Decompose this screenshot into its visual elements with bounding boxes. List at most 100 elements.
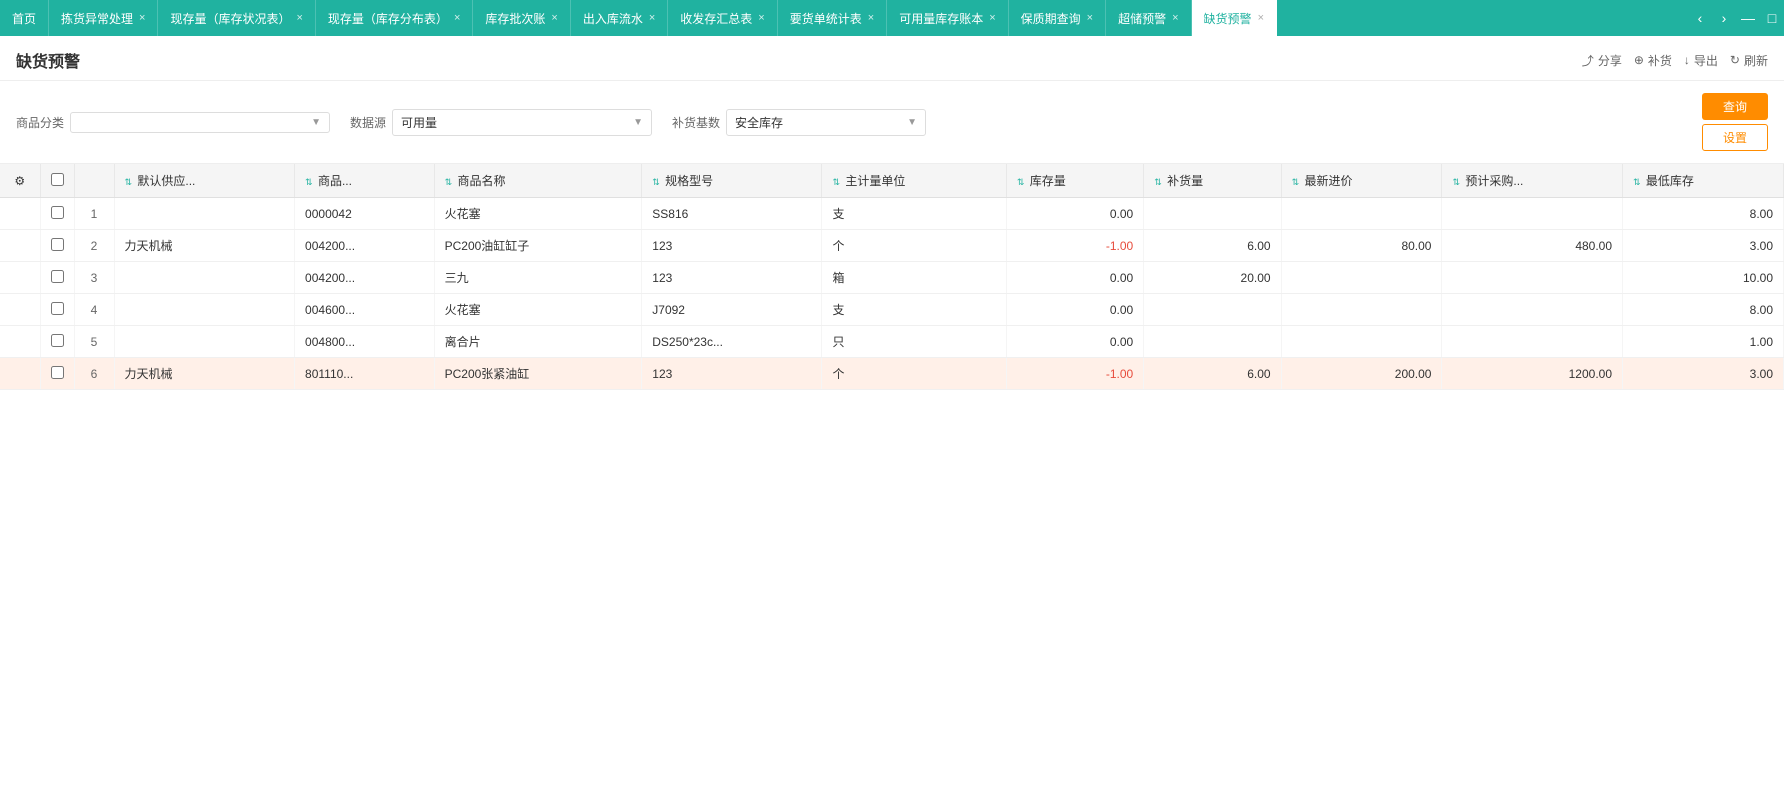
restock-icon: ⊕ — [1634, 53, 1644, 67]
tab-shortage-warn[interactable]: 缺货预警× — [1192, 0, 1277, 36]
col-gear[interactable]: ⚙ — [0, 164, 40, 198]
col-product-code[interactable]: ⇅ 商品... — [295, 164, 435, 198]
tab-close-icon[interactable]: × — [296, 12, 302, 24]
tab-close-icon[interactable]: × — [551, 12, 557, 24]
row-spec: J7092 — [642, 294, 822, 326]
col-est-purchase[interactable]: ⇅ 预计采购... — [1442, 164, 1623, 198]
col-default-supplier[interactable]: ⇅ 默认供应... — [114, 164, 295, 198]
tab-inout-flow[interactable]: 出入库流水× — [571, 0, 668, 36]
row-stock: 0.00 — [1006, 198, 1143, 230]
row-checkbox[interactable] — [51, 302, 64, 315]
tab-defect-anomaly[interactable]: 拣货异常处理× — [49, 0, 158, 36]
tab-label: 收发存汇总表 — [680, 10, 752, 27]
tab-prev-button[interactable]: ‹ — [1688, 0, 1712, 36]
table-row: 2 力天机械 004200... PC200油缸缸子 123 个 -1.00 6… — [0, 230, 1784, 262]
tab-home[interactable]: 首页 — [0, 0, 49, 36]
row-checkbox-cell[interactable] — [40, 262, 74, 294]
col-min-stock-label: 最低库存 — [1646, 174, 1694, 188]
col-unit[interactable]: ⇅ 主计量单位 — [822, 164, 1006, 198]
row-stock: -1.00 — [1006, 358, 1143, 390]
datasource-select[interactable]: 可用量 ▼ — [392, 109, 652, 136]
row-spec: 123 — [642, 358, 822, 390]
row-min-stock: 8.00 — [1623, 294, 1784, 326]
row-latest-price — [1281, 262, 1442, 294]
row-latest-price: 80.00 — [1281, 230, 1442, 262]
tab-available-ledger[interactable]: 可用量库存账本× — [887, 0, 1008, 36]
tab-demand-stat[interactable]: 要货单统计表× — [778, 0, 887, 36]
row-min-stock: 8.00 — [1623, 198, 1784, 230]
tab-label: 保质期查询 — [1021, 10, 1081, 27]
row-product-code: 004200... — [295, 230, 435, 262]
header-actions: ⤴ 分享 ⊕ 补货 ↓ 导出 ↻ 刷新 — [1582, 52, 1768, 69]
restock-button[interactable]: ⊕ 补货 — [1634, 52, 1672, 69]
row-latest-price — [1281, 294, 1442, 326]
row-gear-cell — [0, 230, 40, 262]
tab-receive-summary[interactable]: 收发存汇总表 × — [668, 0, 777, 36]
refresh-icon: ↻ — [1730, 53, 1740, 67]
select-all-checkbox[interactable] — [51, 173, 64, 186]
restock-base-select[interactable]: 安全库存 ▼ — [726, 109, 926, 136]
share-button[interactable]: ⤴ 分享 — [1582, 52, 1622, 69]
tab-overstock-warn[interactable]: 超储预警× — [1106, 0, 1191, 36]
sort-icon-9: ⇅ — [1452, 177, 1460, 187]
query-button[interactable]: 查询 — [1702, 93, 1768, 120]
row-unit: 支 — [822, 198, 1006, 230]
row-unit: 箱 — [822, 262, 1006, 294]
tab-inventory-batch[interactable]: 库存批次账× — [473, 0, 570, 36]
row-product-name: 火花塞 — [434, 198, 642, 230]
row-checkbox[interactable] — [51, 206, 64, 219]
col-spec[interactable]: ⇅ 规格型号 — [642, 164, 822, 198]
row-checkbox-cell[interactable] — [40, 326, 74, 358]
col-restock-qty[interactable]: ⇅ 补货量 — [1144, 164, 1281, 198]
tab-close-icon[interactable]: × — [649, 12, 655, 24]
row-restock-qty: 6.00 — [1144, 230, 1281, 262]
settings-button[interactable]: 设置 — [1702, 124, 1768, 151]
col-min-stock[interactable]: ⇅ 最低库存 — [1623, 164, 1784, 198]
tab-inventory-status[interactable]: 现存量（库存状况表）× — [158, 0, 315, 36]
tab-expiry-query[interactable]: 保质期查询 × — [1009, 0, 1106, 36]
row-stock: 0.00 — [1006, 262, 1143, 294]
tab-close-icon[interactable]: × — [1087, 12, 1093, 24]
col-stock[interactable]: ⇅ 库存量 — [1006, 164, 1143, 198]
row-checkbox-cell[interactable] — [40, 294, 74, 326]
tab-next-button[interactable]: › — [1712, 0, 1736, 36]
row-gear-cell — [0, 262, 40, 294]
row-checkbox-cell[interactable] — [40, 358, 74, 390]
table-row: 5 004800... 离合片 DS250*23c... 只 0.00 1.00 — [0, 326, 1784, 358]
minimize-button[interactable]: — — [1736, 0, 1760, 36]
tab-close-icon[interactable]: × — [454, 12, 460, 24]
tab-label: 首页 — [12, 10, 36, 27]
tab-close-icon[interactable]: × — [1258, 12, 1264, 24]
tab-close-icon[interactable]: × — [758, 12, 764, 24]
row-product-name: PC200油缸缸子 — [434, 230, 642, 262]
row-number: 5 — [74, 326, 114, 358]
col-product-name[interactable]: ⇅ 商品名称 — [434, 164, 642, 198]
col-checkbox[interactable] — [40, 164, 74, 198]
tab-close-icon[interactable]: × — [868, 12, 874, 24]
row-checkbox[interactable] — [51, 366, 64, 379]
tab-close-icon[interactable]: × — [989, 12, 995, 24]
row-checkbox[interactable] — [51, 270, 64, 283]
row-product-name: PC200张紧油缸 — [434, 358, 642, 390]
maximize-button[interactable]: □ — [1760, 0, 1784, 36]
gear-icon: ⚙ — [14, 174, 25, 188]
row-checkbox[interactable] — [51, 238, 64, 251]
row-checkbox-cell[interactable] — [40, 230, 74, 262]
sort-icon: ⇅ — [125, 177, 133, 187]
table-container: ⚙ ⇅ 默认供应... ⇅ 商品... ⇅ — [0, 164, 1784, 390]
tab-inventory-dist[interactable]: 现存量（库存分布表）× — [316, 0, 473, 36]
row-checkbox-cell[interactable] — [40, 198, 74, 230]
tab-close-icon[interactable]: × — [139, 12, 145, 24]
row-spec: 123 — [642, 262, 822, 294]
tab-nav-buttons: ‹ › — □ — [1688, 0, 1784, 36]
row-checkbox[interactable] — [51, 334, 64, 347]
category-select[interactable]: ▼ — [70, 112, 330, 133]
col-latest-price[interactable]: ⇅ 最新进价 — [1281, 164, 1442, 198]
refresh-button[interactable]: ↻ 刷新 — [1730, 52, 1768, 69]
row-spec: 123 — [642, 230, 822, 262]
tab-bar: 首页拣货异常处理×现存量（库存状况表）×现存量（库存分布表）×库存批次账×出入库… — [0, 0, 1784, 36]
datasource-label: 数据源 — [350, 114, 386, 131]
tab-close-icon[interactable]: × — [1172, 12, 1178, 24]
export-button[interactable]: ↓ 导出 — [1684, 52, 1718, 69]
row-restock-qty: 6.00 — [1144, 358, 1281, 390]
